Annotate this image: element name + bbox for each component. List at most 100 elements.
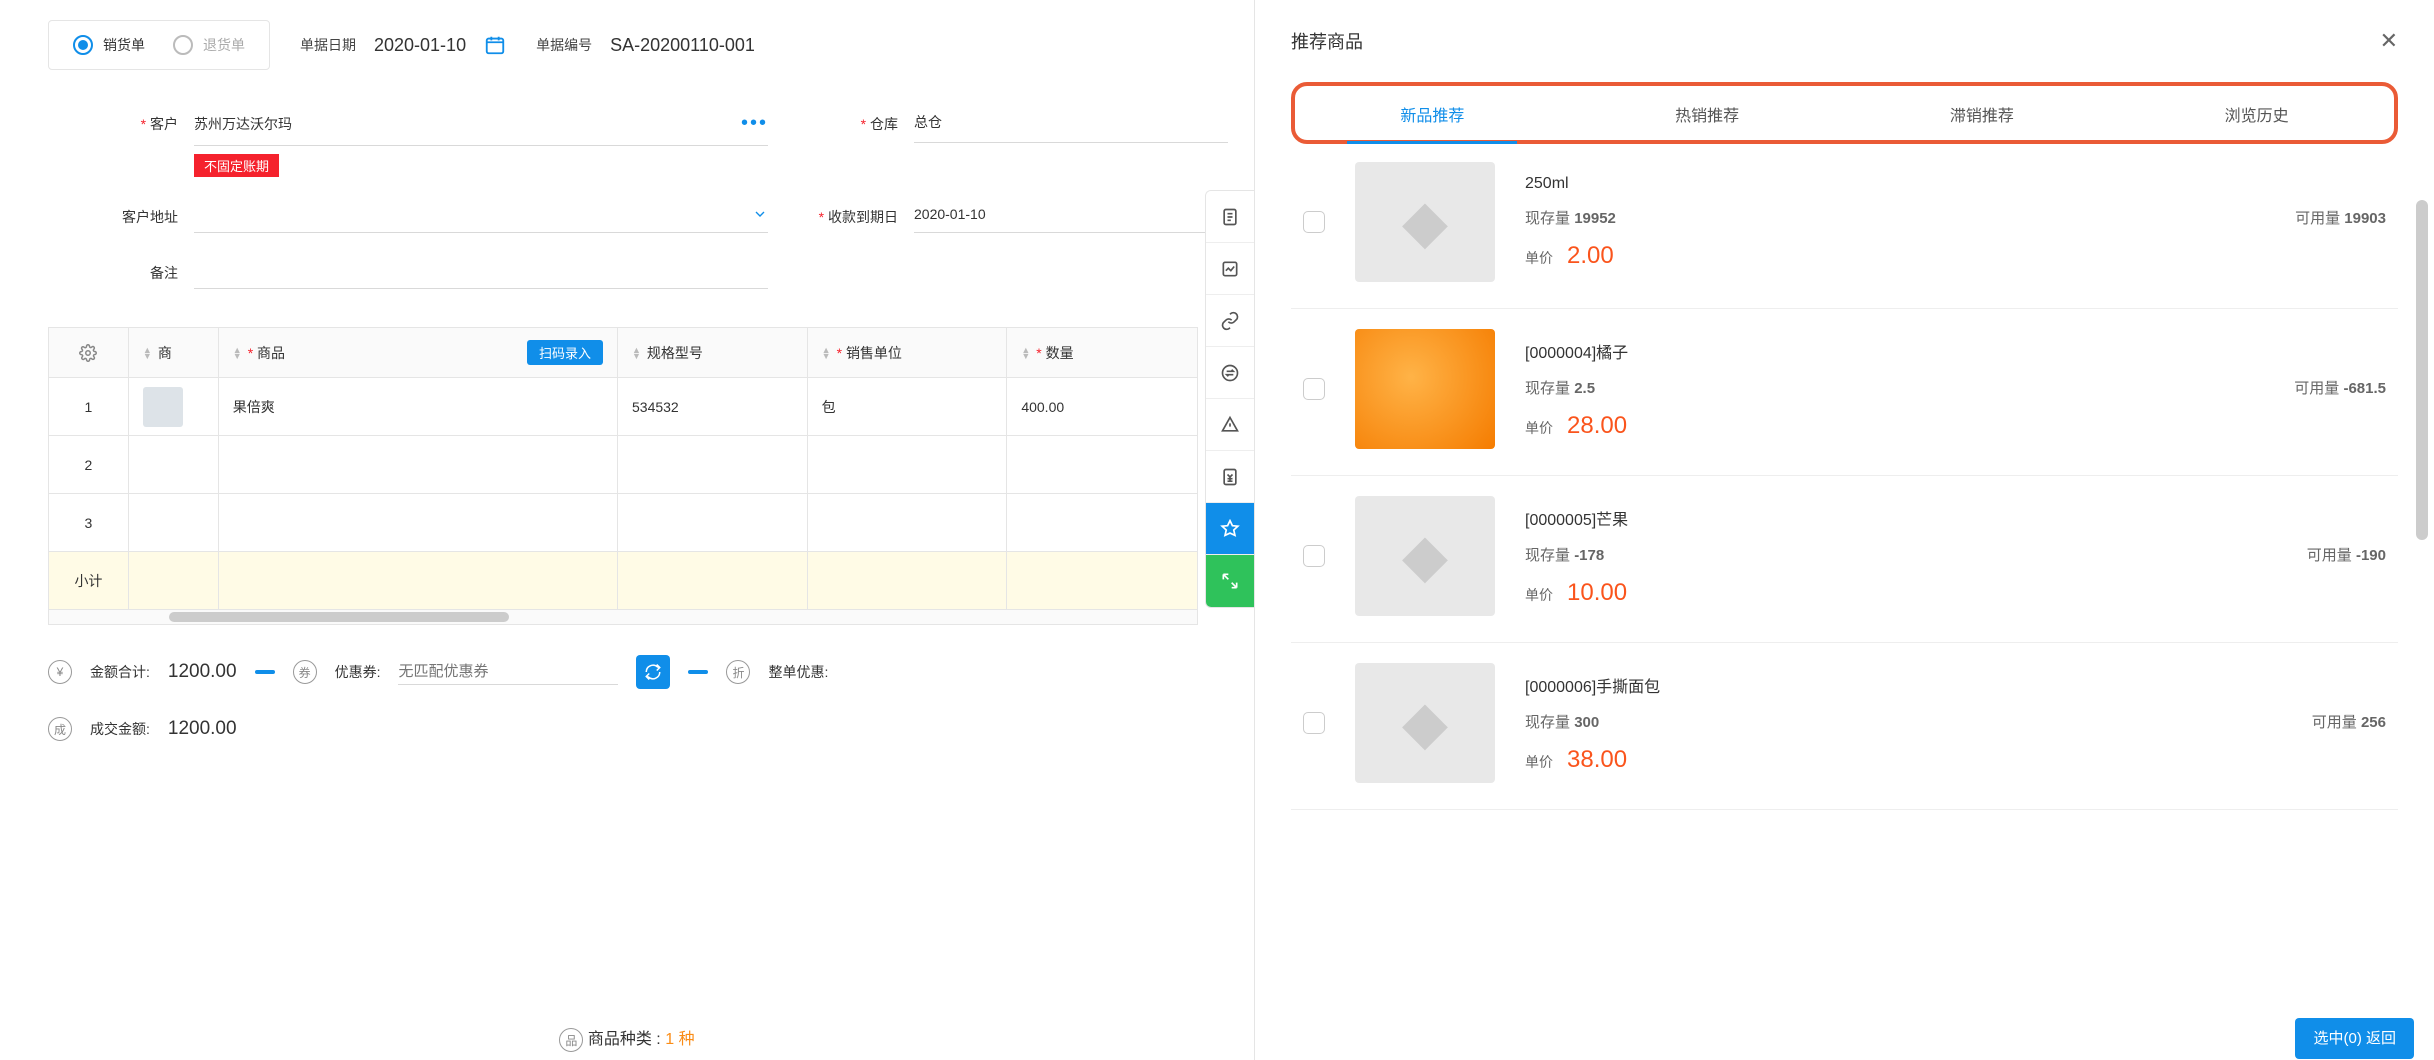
product-checkbox[interactable]	[1303, 545, 1325, 567]
avail-value: -190	[2356, 547, 2386, 564]
rail-chart-icon[interactable]	[1206, 243, 1254, 295]
cell-qty[interactable]: 400.00	[1007, 378, 1197, 435]
scan-input-badge[interactable]: 扫码录入	[527, 340, 603, 365]
sku-label: 商品种类 :	[588, 1031, 661, 1048]
cell-spec[interactable]: 534532	[618, 378, 808, 435]
deal-label: 成交金额:	[90, 719, 150, 739]
rail-expand-icon[interactable]	[1206, 555, 1254, 607]
radio-sale[interactable]: 销货单	[73, 35, 145, 55]
product-checkbox[interactable]	[1303, 712, 1325, 734]
subtotal-row: 小计	[49, 552, 1197, 610]
doc-date-value[interactable]: 2020-01-10	[374, 35, 466, 56]
stock-label: 现存量	[1525, 714, 1574, 731]
cell-product[interactable]: 果倍爽	[219, 378, 618, 435]
line-items-table: ▲▼商 ▲▼商品扫码录入 ▲▼规格型号 ▲▼销售单位 ▲▼数量 1 果倍爽 53…	[48, 327, 1198, 625]
refresh-button[interactable]	[636, 655, 670, 689]
col-img-header: 商	[158, 343, 172, 363]
customer-badge: 不固定账期	[194, 154, 279, 177]
table-row[interactable]: 2	[49, 436, 1197, 494]
col-spec-header: 规格型号	[647, 343, 703, 363]
duedate-value: 2020-01-10	[914, 206, 986, 222]
close-icon[interactable]: ✕	[2380, 28, 2398, 54]
vertical-scrollbar[interactable]	[2416, 200, 2428, 540]
rail-exchange-icon[interactable]	[1206, 347, 1254, 399]
row-index: 1	[49, 378, 129, 435]
dash-icon	[688, 670, 708, 674]
product-image-placeholder: ◆	[1355, 162, 1495, 282]
tab-hot[interactable]: 热销推荐	[1675, 102, 1739, 126]
table-row[interactable]: 3	[49, 494, 1197, 552]
price-label: 单价	[1525, 752, 1553, 772]
table-row[interactable]: 1 果倍爽 534532 包 400.00	[49, 378, 1197, 436]
rail-money-icon[interactable]	[1206, 451, 1254, 503]
radio-return[interactable]: 退货单	[173, 35, 245, 55]
subtotal-label: 小计	[49, 552, 129, 609]
sku-count: 1	[665, 1031, 674, 1048]
avail-label: 可用量	[2312, 714, 2361, 731]
avail-value: 19903	[2344, 210, 2386, 227]
warehouse-input[interactable]: 总仓	[914, 110, 1228, 143]
refresh-icon	[644, 663, 662, 681]
cell-unit[interactable]: 包	[808, 378, 1008, 435]
side-rail	[1205, 190, 1254, 608]
product-checkbox[interactable]	[1303, 378, 1325, 400]
tab-history[interactable]: 浏览历史	[2225, 102, 2289, 126]
currency-icon: ¥	[48, 660, 72, 684]
price-value: 28.00	[1567, 412, 1627, 440]
tab-slow[interactable]: 滞销推荐	[1950, 102, 2014, 126]
summary-bar: 品 商品种类 : 1 种	[0, 1025, 1254, 1052]
sort-icon[interactable]: ▲▼	[632, 347, 641, 359]
doc-no-value: SA-20200110-001	[610, 35, 755, 56]
product-checkbox[interactable]	[1303, 211, 1325, 233]
product-item: [0000004]橘子 现存量 2.5 可用量 -681.5 单价28.00	[1291, 309, 2398, 476]
product-name: [0000006]手撕面包	[1525, 673, 2386, 697]
coupon-icon: 券	[293, 660, 317, 684]
stock-value: 19952	[1574, 210, 1616, 227]
amount-value: 1200.00	[168, 661, 237, 683]
price-value: 2.00	[1567, 242, 1614, 270]
sort-icon[interactable]: ▲▼	[1021, 347, 1030, 359]
col-qty-header: 数量	[1036, 343, 1073, 363]
gear-icon[interactable]	[79, 344, 97, 362]
coupon-input[interactable]	[398, 659, 618, 685]
avail-label: 可用量	[2294, 380, 2343, 397]
chevron-down-icon[interactable]	[752, 206, 768, 222]
doc-date-label: 单据日期	[300, 35, 356, 55]
sort-icon[interactable]: ▲▼	[143, 347, 152, 359]
stock-value: 2.5	[1574, 380, 1595, 397]
whole-discount-label: 整单优惠:	[768, 662, 828, 682]
stock-value: -178	[1574, 547, 1604, 564]
row-index: 3	[49, 494, 129, 551]
duedate-input[interactable]: 2020-01-10	[914, 203, 1228, 233]
address-input[interactable]	[194, 203, 768, 233]
price-label: 单价	[1525, 418, 1553, 438]
tab-new[interactable]: 新品推荐	[1400, 102, 1464, 126]
horizontal-scrollbar[interactable]	[49, 610, 1197, 624]
rail-warning-icon[interactable]	[1206, 399, 1254, 451]
tab-underline	[1347, 141, 1517, 144]
avail-value: -681.5	[2343, 380, 2386, 397]
product-image-placeholder: ◆	[1355, 496, 1495, 616]
product-image-placeholder: ◆	[1355, 663, 1495, 783]
stock-value: 300	[1574, 714, 1599, 731]
remark-input[interactable]	[194, 259, 768, 289]
rail-star-icon[interactable]	[1206, 503, 1254, 555]
ellipsis-icon[interactable]: •••	[741, 112, 768, 135]
duedate-label: 收款到期日	[768, 203, 898, 227]
rail-doc-icon[interactable]	[1206, 191, 1254, 243]
rail-link-icon[interactable]	[1206, 295, 1254, 347]
radio-unchecked-icon	[173, 35, 193, 55]
select-return-button[interactable]: 选中(0) 返回	[2295, 1018, 2414, 1059]
price-label: 单价	[1525, 585, 1553, 605]
col-product-header: 商品	[248, 343, 285, 363]
deal-value: 1200.00	[168, 718, 237, 740]
stock-label: 现存量	[1525, 210, 1574, 227]
sort-icon[interactable]: ▲▼	[233, 347, 242, 359]
stock-label: 现存量	[1525, 547, 1574, 564]
calendar-icon[interactable]	[484, 34, 506, 56]
stock-label: 现存量	[1525, 380, 1574, 397]
sku-icon: 品	[559, 1028, 583, 1052]
remark-label: 备注	[48, 259, 178, 283]
customer-input[interactable]: 苏州万达沃尔玛 •••	[194, 110, 768, 146]
sort-icon[interactable]: ▲▼	[822, 347, 831, 359]
